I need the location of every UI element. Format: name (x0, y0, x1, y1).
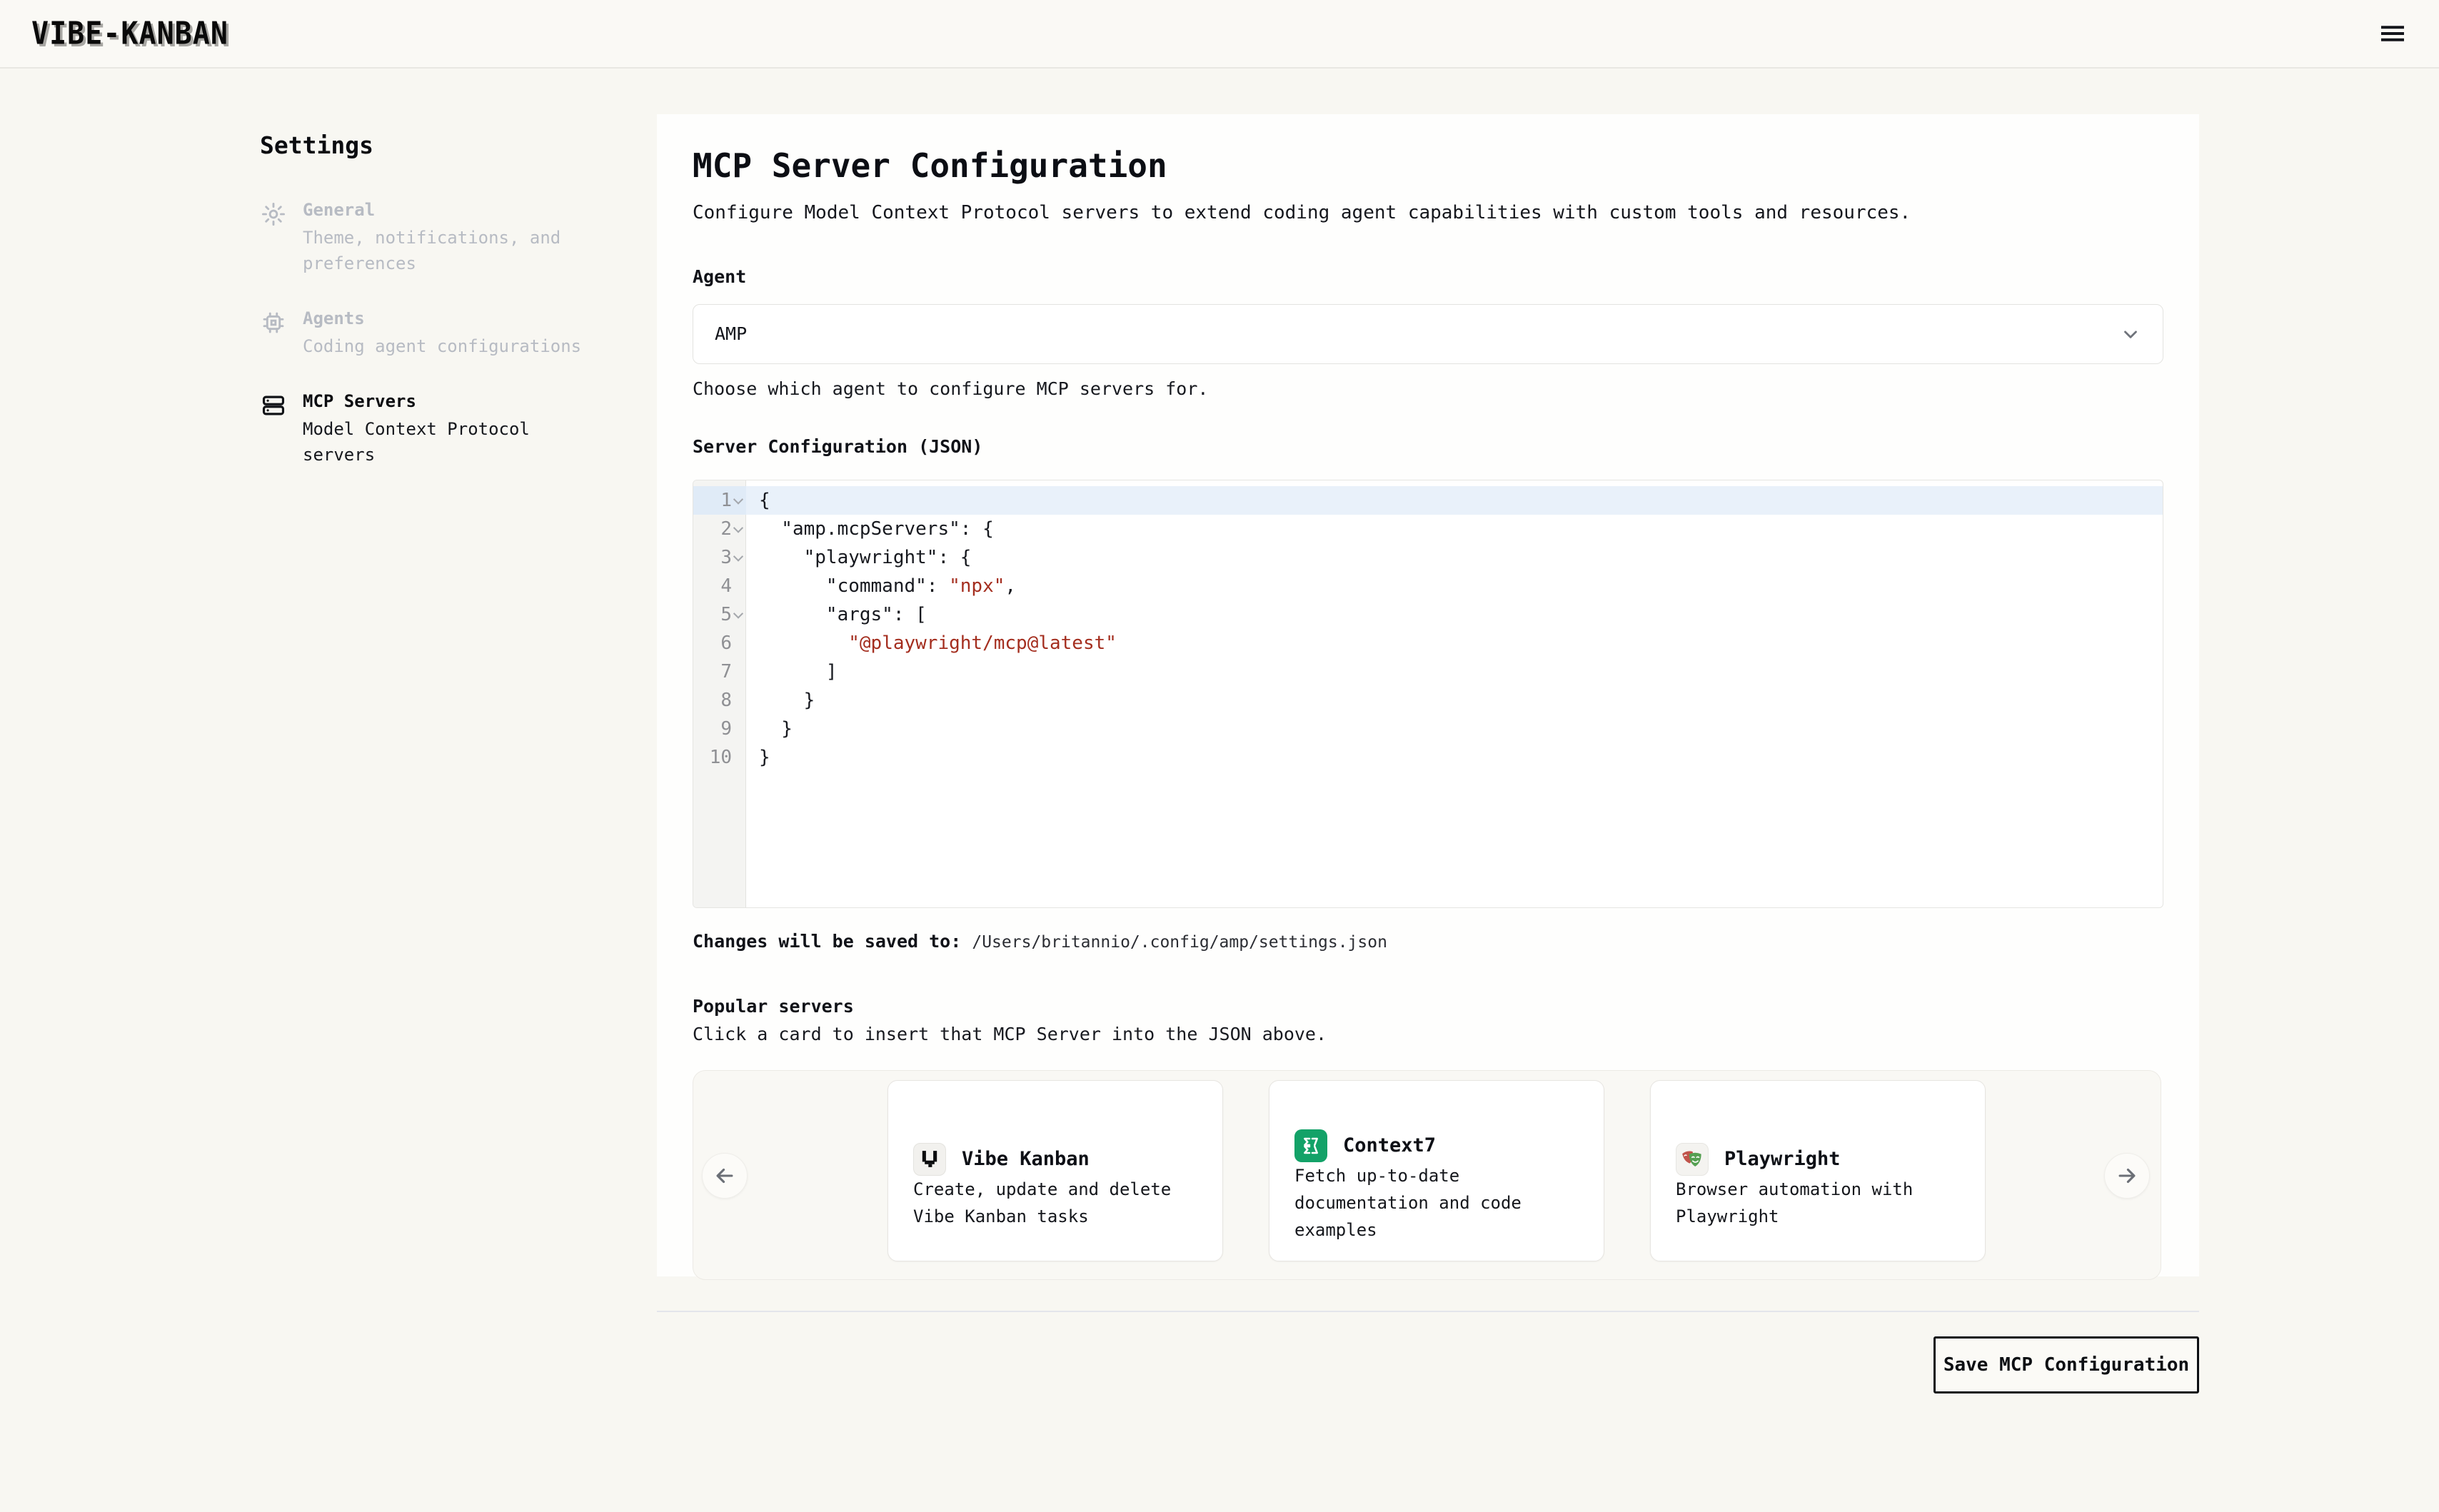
sidebar-item-label: General (303, 200, 376, 220)
code-line[interactable]: 9 } (693, 715, 2163, 743)
sidebar-item-subtitle: Model Context Protocol servers (303, 419, 530, 465)
code-text: "args": [ (759, 603, 927, 625)
sidebar-item-label: MCP Servers (303, 391, 416, 411)
sidebar-item-subtitle: Theme, notifications, and preferences (303, 228, 561, 273)
chip-icon (260, 309, 287, 336)
page-title: MCP Server Configuration (693, 146, 1167, 185)
code-text: "amp.mcpServers": { (759, 518, 994, 540)
save-mcp-configuration-button[interactable]: Save MCP Configuration (1933, 1336, 2199, 1393)
json-editor[interactable]: 1{2 "amp.mcpServers": {3 "playwright": {… (693, 479, 2163, 908)
code-line[interactable]: 4 "command": "npx", (693, 572, 2163, 600)
server-icon (260, 392, 287, 419)
code-line[interactable]: 1{ (693, 485, 2163, 515)
code-line[interactable]: 10} (693, 743, 2163, 772)
code-lines: 1{2 "amp.mcpServers": {3 "playwright": {… (693, 485, 2163, 772)
server-card-name: Context7 (1343, 1134, 1437, 1157)
popular-servers-carousel: Vibe Kanban Create, update and delete Vi… (693, 1069, 2161, 1280)
code-text: "command": "npx", (759, 575, 1017, 597)
server-card-vibe-kanban[interactable]: Vibe Kanban Create, update and delete Vi… (887, 1079, 1223, 1261)
code-line[interactable]: 2 "amp.mcpServers": { (693, 515, 2163, 543)
code-line[interactable]: 7 ] (693, 657, 2163, 686)
code-line[interactable]: 3 "playwright": { (693, 543, 2163, 572)
code-text: "playwright": { (759, 546, 972, 568)
server-card-description: Fetch up-to-date documentation and code … (1294, 1165, 1522, 1240)
hamburger-menu-icon (2380, 26, 2405, 41)
line-number: 9 (720, 717, 732, 740)
sidebar-item-agents[interactable]: Agents Coding agent configurations (260, 308, 631, 359)
server-card-description: Browser automation with Playwright (1676, 1179, 1914, 1226)
agent-label: Agent (693, 266, 747, 287)
code-text: } (759, 689, 815, 711)
editor-label: Server Configuration (JSON) (693, 435, 983, 457)
code-line[interactable]: 6 "@playwright/mcp@latest" (693, 629, 2163, 657)
agent-select[interactable]: AMP (693, 303, 2163, 364)
server-card-name: Vibe Kanban (962, 1148, 1090, 1171)
carousel-next-button[interactable] (2104, 1152, 2150, 1199)
line-number: 3 (693, 543, 746, 572)
line-number: 5 (693, 600, 746, 629)
context7-logo-icon (1294, 1129, 1327, 1162)
saved-to-path: /Users/britannio/.config/amp/settings.js… (972, 932, 1387, 952)
server-card-description: Create, update and delete Vibe Kanban ta… (913, 1179, 1172, 1226)
server-card-context7[interactable]: Context7 Fetch up-to-date documentation … (1269, 1079, 1604, 1261)
fold-chevron-icon[interactable] (733, 608, 744, 619)
arrow-left-icon (716, 1168, 733, 1183)
popular-servers-subtitle: Click a card to insert that MCP Server i… (693, 1023, 1327, 1044)
playwright-masks-icon (1676, 1142, 1709, 1176)
gear-icon (260, 201, 287, 228)
carousel-prev-button[interactable] (702, 1152, 748, 1199)
server-card-name: Playwright (1724, 1148, 1841, 1171)
line-number: 6 (720, 632, 732, 654)
line-number: 10 (709, 746, 732, 768)
line-number: 7 (720, 660, 732, 682)
saved-to-note: Changes will be saved to: /Users/britann… (693, 931, 2163, 952)
line-number: 1 (693, 485, 746, 515)
hamburger-menu-button[interactable] (2378, 19, 2408, 49)
settings-sidebar: Settings General Theme, notifications, a… (260, 131, 631, 499)
vibe-kanban-logo-icon (913, 1142, 946, 1176)
line-number: 2 (693, 515, 746, 543)
saved-to-label: Changes will be saved to: (693, 930, 962, 952)
fold-chevron-icon[interactable] (733, 494, 744, 505)
fold-chevron-icon[interactable] (733, 551, 744, 562)
sidebar-title: Settings (260, 131, 373, 159)
code-text: "@playwright/mcp@latest" (848, 632, 1117, 654)
chevron-down-icon (2124, 331, 2137, 338)
line-number: 4 (720, 575, 732, 597)
code-text: } (759, 717, 793, 740)
code-text: ] (759, 660, 838, 682)
sidebar-item-general[interactable]: General Theme, notifications, and prefer… (260, 199, 631, 276)
top-bar: VIBE-KANBAN (0, 0, 2439, 69)
arrow-right-icon (2118, 1168, 2136, 1183)
line-number: 8 (720, 689, 732, 711)
code-text: } (759, 746, 770, 768)
code-line[interactable]: 8 } (693, 686, 2163, 715)
code-text: { (759, 489, 770, 511)
app-logo[interactable]: VIBE-KANBAN (31, 16, 228, 52)
fold-chevron-icon[interactable] (733, 523, 744, 533)
sidebar-item-label: Agents (303, 308, 365, 328)
agent-helper-text: Choose which agent to configure MCP serv… (693, 378, 1209, 399)
code-line[interactable]: 5 "args": [ (693, 600, 2163, 629)
popular-servers-title: Popular servers (693, 995, 854, 1017)
sidebar-item-subtitle: Coding agent configurations (303, 336, 582, 356)
footer-divider (657, 1311, 2199, 1312)
mcp-config-panel: MCP Server Configuration Configure Model… (657, 114, 2199, 1280)
agent-select-value: AMP (715, 323, 748, 345)
page-description: Configure Model Context Protocol servers… (693, 201, 1911, 223)
sidebar-item-mcp-servers[interactable]: MCP Servers Model Context Protocol serve… (260, 390, 631, 468)
server-card-playwright[interactable]: Playwright Browser automation with Playw… (1650, 1079, 1986, 1261)
